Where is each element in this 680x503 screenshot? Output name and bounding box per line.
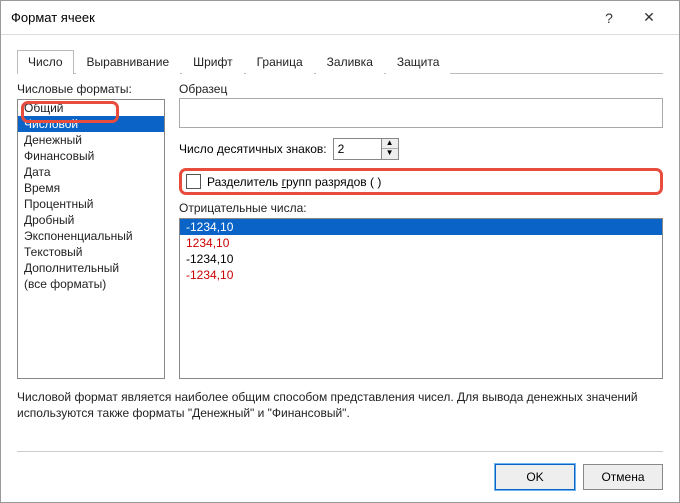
formats-listbox[interactable]: Общий Числовой Денежный Финансовый Дата … [17,99,165,379]
decimals-spinner[interactable]: ▲ ▼ [333,138,399,160]
decimals-input[interactable] [333,138,381,160]
cancel-button[interactable]: Отмена [583,464,663,490]
tabstrip: Число Выравнивание Шрифт Граница Заливка… [17,49,663,74]
sample-label: Образец [179,82,663,96]
list-item[interactable]: Время [18,180,164,196]
list-item[interactable]: -1234,10 [180,251,662,267]
list-item[interactable]: Дополнительный [18,260,164,276]
close-button[interactable]: ✕ [629,9,669,26]
spinner-down-icon[interactable]: ▼ [382,149,398,159]
list-item[interactable]: Дробный [18,212,164,228]
decimals-label: Число десятичных знаков: [179,142,327,156]
negatives-listbox[interactable]: -1234,10 1234,10 -1234,10 -1234,10 [179,218,663,379]
tab-border[interactable]: Граница [246,50,314,74]
list-item[interactable]: Процентный [18,196,164,212]
negatives-label: Отрицательные числа: [179,201,663,215]
formats-label: Числовые форматы: [17,82,165,96]
titlebar: Формат ячеек ? ✕ [1,1,679,35]
list-item[interactable]: Денежный [18,132,164,148]
ok-button[interactable]: OK [495,464,575,490]
sample-box [179,98,663,128]
list-item[interactable]: Дата [18,164,164,180]
list-item[interactable]: Текстовый [18,244,164,260]
tab-protection[interactable]: Защита [386,50,451,74]
format-cells-dialog: Формат ячеек ? ✕ Число Выравнивание Шриф… [0,0,680,503]
list-item[interactable]: Экспоненциальный [18,228,164,244]
list-item[interactable]: Числовой [18,116,164,132]
list-item[interactable]: 1234,10 [180,235,662,251]
list-item[interactable]: -1234,10 [180,267,662,283]
thousands-separator-checkbox[interactable] [186,174,201,189]
list-item[interactable]: Общий [18,100,164,116]
list-item[interactable]: Финансовый [18,148,164,164]
list-item[interactable]: -1234,10 [180,219,662,235]
list-item[interactable]: (все форматы) [18,276,164,292]
help-button[interactable]: ? [589,10,629,26]
tab-number[interactable]: Число [17,50,74,74]
format-description: Числовой формат является наиболее общим … [17,389,663,421]
tab-font[interactable]: Шрифт [182,50,243,74]
tab-fill[interactable]: Заливка [316,50,384,74]
thousands-separator-option[interactable]: Разделитель групп разрядов ( ) [179,168,663,195]
tab-alignment[interactable]: Выравнивание [76,50,181,74]
divider [17,451,663,452]
thousands-separator-label: Разделитель групп разрядов ( ) [207,175,381,189]
window-title: Формат ячеек [11,10,95,25]
